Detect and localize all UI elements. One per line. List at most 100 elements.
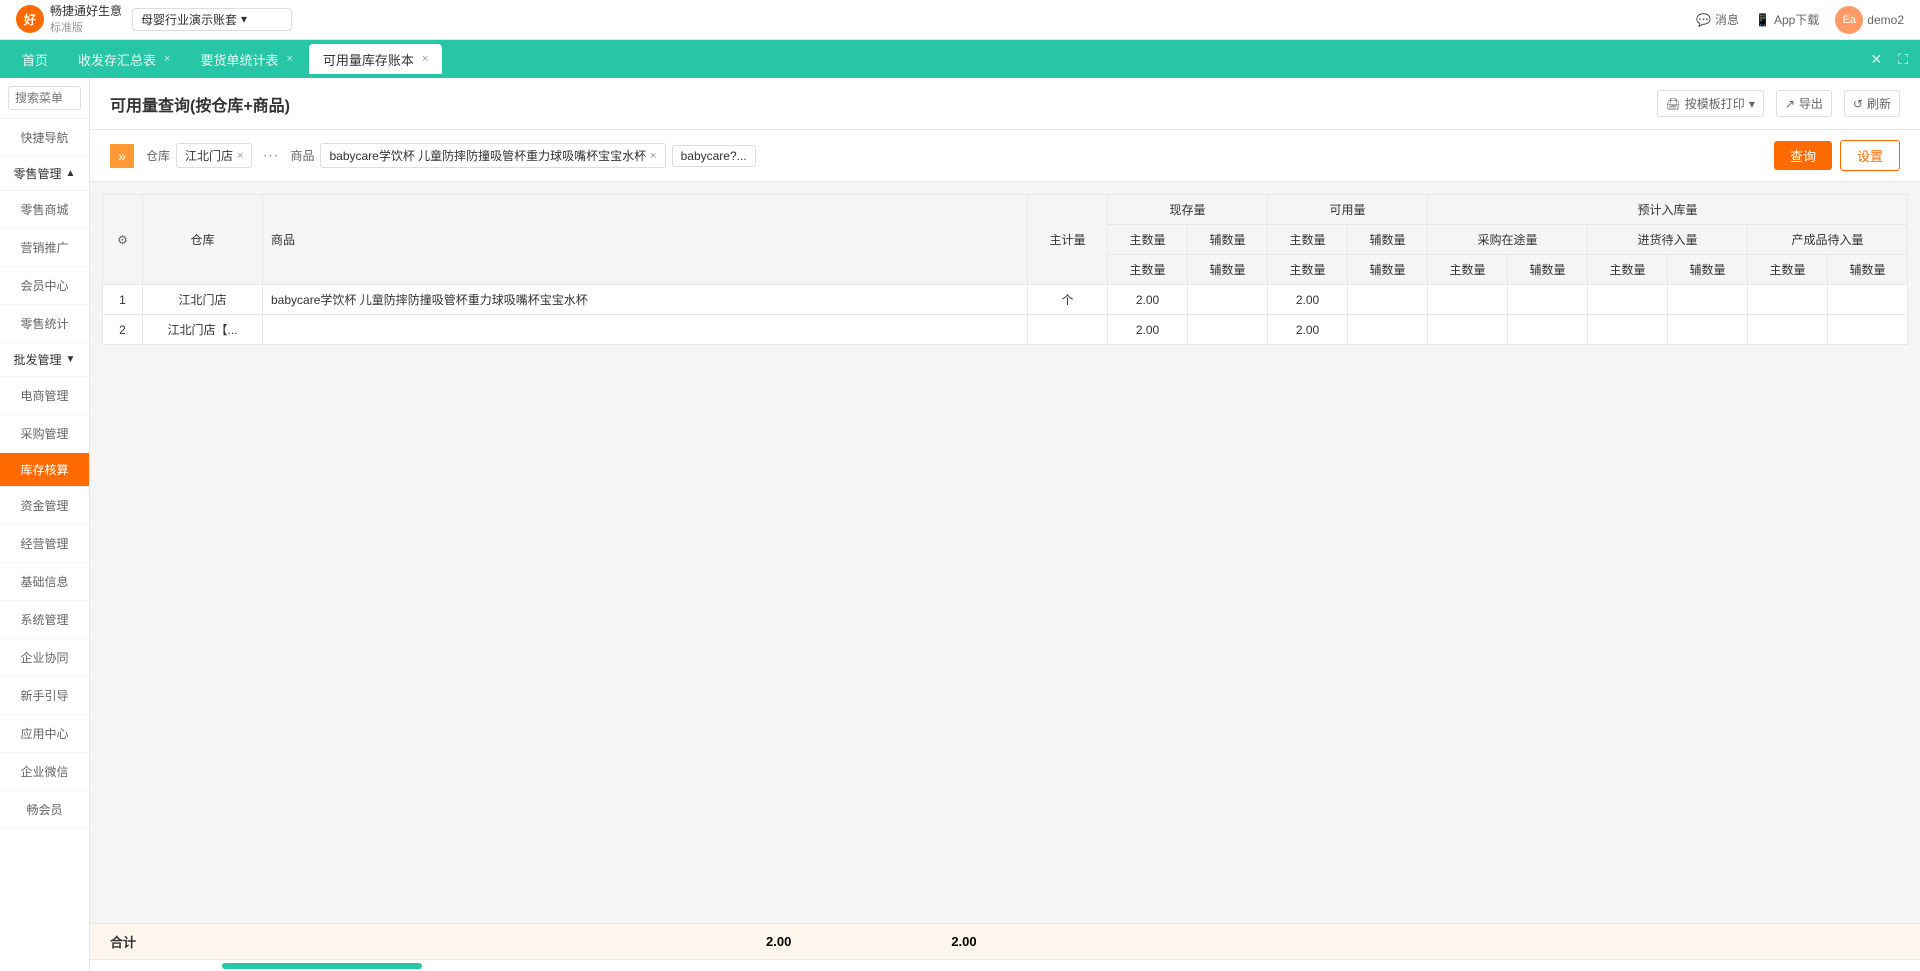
th-warehouse-label: 仓库 [190, 233, 214, 247]
th-avail-aux2: 辅数量 [1348, 255, 1428, 285]
main-layout: 快捷导航 零售管理 ▲ 零售商城 营销推广 会员中心 零售统计 批发管理 ▼ 电… [0, 78, 1920, 971]
sidebar-item-enterprise-wechat-label: 企业微信 [20, 765, 68, 779]
sidebar-item-enterprise-wechat[interactable]: 企业微信 [0, 753, 89, 791]
refresh-button[interactable]: ↺ 刷新 [1844, 90, 1900, 117]
table-row: 1 江北门店 babycare学饮杯 儿童防摔防撞吸管杯重力球吸嘴杯宝宝水杯 个… [103, 285, 1908, 315]
sidebar-item-system[interactable]: 系统管理 [0, 601, 89, 639]
tabs-fullscreen[interactable]: ⛶ [1894, 49, 1912, 70]
cell-avail-aux [1348, 315, 1428, 345]
sidebar-item-basic-info-label: 基础信息 [20, 575, 68, 589]
th-stock-group: 现存量 [1108, 195, 1268, 225]
warehouse-filter-remove[interactable]: × [237, 150, 243, 162]
tab-inventory-close[interactable]: × [422, 53, 428, 65]
sidebar-item-operations-label: 经营管理 [20, 537, 68, 551]
table-row: 2 江北门店【... 2.00 2.00 [103, 315, 1908, 345]
cell-warehouse: 江北门店【... [143, 315, 263, 345]
th-unit-label: 主计量 [1049, 233, 1085, 247]
message-button[interactable]: 💬 消息 [1696, 11, 1739, 28]
settings-button[interactable]: 设置 [1840, 140, 1900, 171]
company-dropdown-icon: ▾ [241, 12, 247, 26]
company-select[interactable]: 母婴行业演示账套 ▾ [132, 8, 292, 31]
table-settings-icon[interactable]: ⚙ [117, 233, 128, 247]
content-area: 可用量查询(按仓库+商品) 🖨 按模板打印 ▾ ↗ 导出 ↺ 刷新 [90, 78, 1920, 971]
query-button[interactable]: 查询 [1774, 141, 1832, 170]
th-stock-label: 现存量 [1169, 203, 1205, 217]
sidebar-item-finance-label: 资金管理 [20, 499, 68, 513]
horizontal-scrollbar[interactable] [222, 963, 422, 969]
filter-expand-button[interactable]: » [110, 144, 134, 168]
sidebar-item-ecommerce[interactable]: 电商管理 [0, 377, 89, 415]
tab-inventory[interactable]: 可用量库存账本 × [309, 44, 442, 74]
sidebar-item-zero-mall[interactable]: 零售商城 [0, 191, 89, 229]
sidebar-item-member2[interactable]: 畅会员 [0, 791, 89, 829]
tab-inventory-label: 可用量库存账本 [323, 50, 414, 69]
th-avail-main2: 主数量 [1268, 255, 1348, 285]
tabs-right: ✕ ⛶ [1866, 49, 1912, 70]
cell-avail-aux [1348, 285, 1428, 315]
avatar: Ea [1835, 6, 1863, 34]
tabs-close-all[interactable]: ✕ [1866, 49, 1886, 70]
print-button[interactable]: 🖨 按模板打印 ▾ [1657, 90, 1764, 117]
sidebar-item-wholesale[interactable]: 批发管理 ▼ [0, 343, 89, 377]
cell-inbound-main [1588, 285, 1668, 315]
product-filter-label: 商品 [290, 147, 314, 164]
sidebar-item-enterprise-label: 企业协同 [20, 651, 68, 665]
footer-stock-main: 2.00 [766, 934, 791, 949]
sidebar-item-purchase[interactable]: 采购管理 [0, 415, 89, 453]
sidebar-item-new-guide[interactable]: 新手引导 [0, 677, 89, 715]
export-button[interactable]: ↗ 导出 [1776, 90, 1832, 117]
cell-stock-main: 2.00 [1108, 285, 1188, 315]
cell-purchase-aux [1508, 315, 1588, 345]
tab-orders[interactable]: 要货单统计表 × [186, 44, 306, 74]
user-profile[interactable]: Ea demo2 [1835, 6, 1904, 34]
sidebar-item-wholesale-label: 批发管理 [14, 351, 62, 368]
sidebar-item-quick-nav[interactable]: 快捷导航 [0, 119, 89, 157]
th-settings[interactable]: ⚙ [103, 195, 143, 285]
th-avail-aux: 辅数量 [1348, 225, 1428, 255]
sidebar-item-enterprise[interactable]: 企业协同 [0, 639, 89, 677]
sidebar-item-system-label: 系统管理 [20, 613, 68, 627]
app-download-button[interactable]: 📱 App下载 [1755, 11, 1819, 28]
logo-text-block: 畅捷通好生意 标准版 [50, 4, 122, 34]
print-icon: 🖨 [1666, 97, 1681, 111]
th-available-group: 可用量 [1268, 195, 1428, 225]
sidebar-item-member-label: 会员中心 [20, 279, 68, 293]
company-name: 母婴行业演示账套 [141, 11, 237, 28]
sidebar-item-member2-label: 畅会员 [26, 803, 62, 817]
scroll-bar-area [90, 959, 1920, 971]
sidebar: 快捷导航 零售管理 ▲ 零售商城 营销推广 会员中心 零售统计 批发管理 ▼ 电… [0, 78, 90, 971]
th-available-label: 可用量 [1329, 203, 1365, 217]
warehouse-filter-more[interactable]: ··· [262, 147, 278, 165]
tab-orders-close[interactable]: × [286, 53, 292, 65]
cell-unit: 个 [1028, 285, 1108, 315]
refresh-label: 刷新 [1867, 95, 1891, 112]
tab-receipts-close[interactable]: × [164, 53, 170, 65]
tab-home[interactable]: 首页 [8, 44, 62, 74]
export-label: 导出 [1799, 95, 1823, 112]
th-stock-main2: 主数量 [1108, 255, 1188, 285]
filter-warehouse-group: 仓库 江北门店 × ··· [146, 143, 278, 168]
cell-product-inbound-aux [1828, 285, 1908, 315]
sidebar-item-marketing[interactable]: 营销推广 [0, 229, 89, 267]
cell-stock-main: 2.00 [1108, 315, 1188, 345]
cell-stock-aux [1188, 315, 1268, 345]
sidebar-item-zero-sales[interactable]: 零售管理 ▲ [0, 157, 89, 191]
cell-unit [1028, 315, 1108, 345]
product-filter-remove[interactable]: × [650, 150, 656, 162]
search-input[interactable] [8, 86, 81, 110]
tab-receipts[interactable]: 收发存汇总表 × [64, 44, 184, 74]
sidebar-item-basic-info[interactable]: 基础信息 [0, 563, 89, 601]
warehouse-filter-value: 江北门店 [185, 147, 233, 164]
sidebar-item-app-center[interactable]: 应用中心 [0, 715, 89, 753]
sidebar-item-operations[interactable]: 经营管理 [0, 525, 89, 563]
th-product-inbound-subgroup: 产成品待入量 [1748, 225, 1908, 255]
sidebar-item-member[interactable]: 会员中心 [0, 267, 89, 305]
th-unit: 主计量 [1028, 195, 1108, 285]
top-bar: 好 畅捷通好生意 标准版 母婴行业演示账套 ▾ 💬 消息 📱 App下载 Ea … [0, 0, 1920, 40]
top-bar-right: 💬 消息 📱 App下载 Ea demo2 [1696, 6, 1904, 34]
sidebar-item-inventory[interactable]: 库存核算 [0, 453, 89, 487]
th-purchase-inbound-group: 预计入库量 [1428, 195, 1908, 225]
sidebar-item-zero-stats[interactable]: 零售统计 [0, 305, 89, 343]
sidebar-item-finance[interactable]: 资金管理 [0, 487, 89, 525]
sidebar-item-quick-nav-label: 快捷导航 [20, 131, 68, 145]
